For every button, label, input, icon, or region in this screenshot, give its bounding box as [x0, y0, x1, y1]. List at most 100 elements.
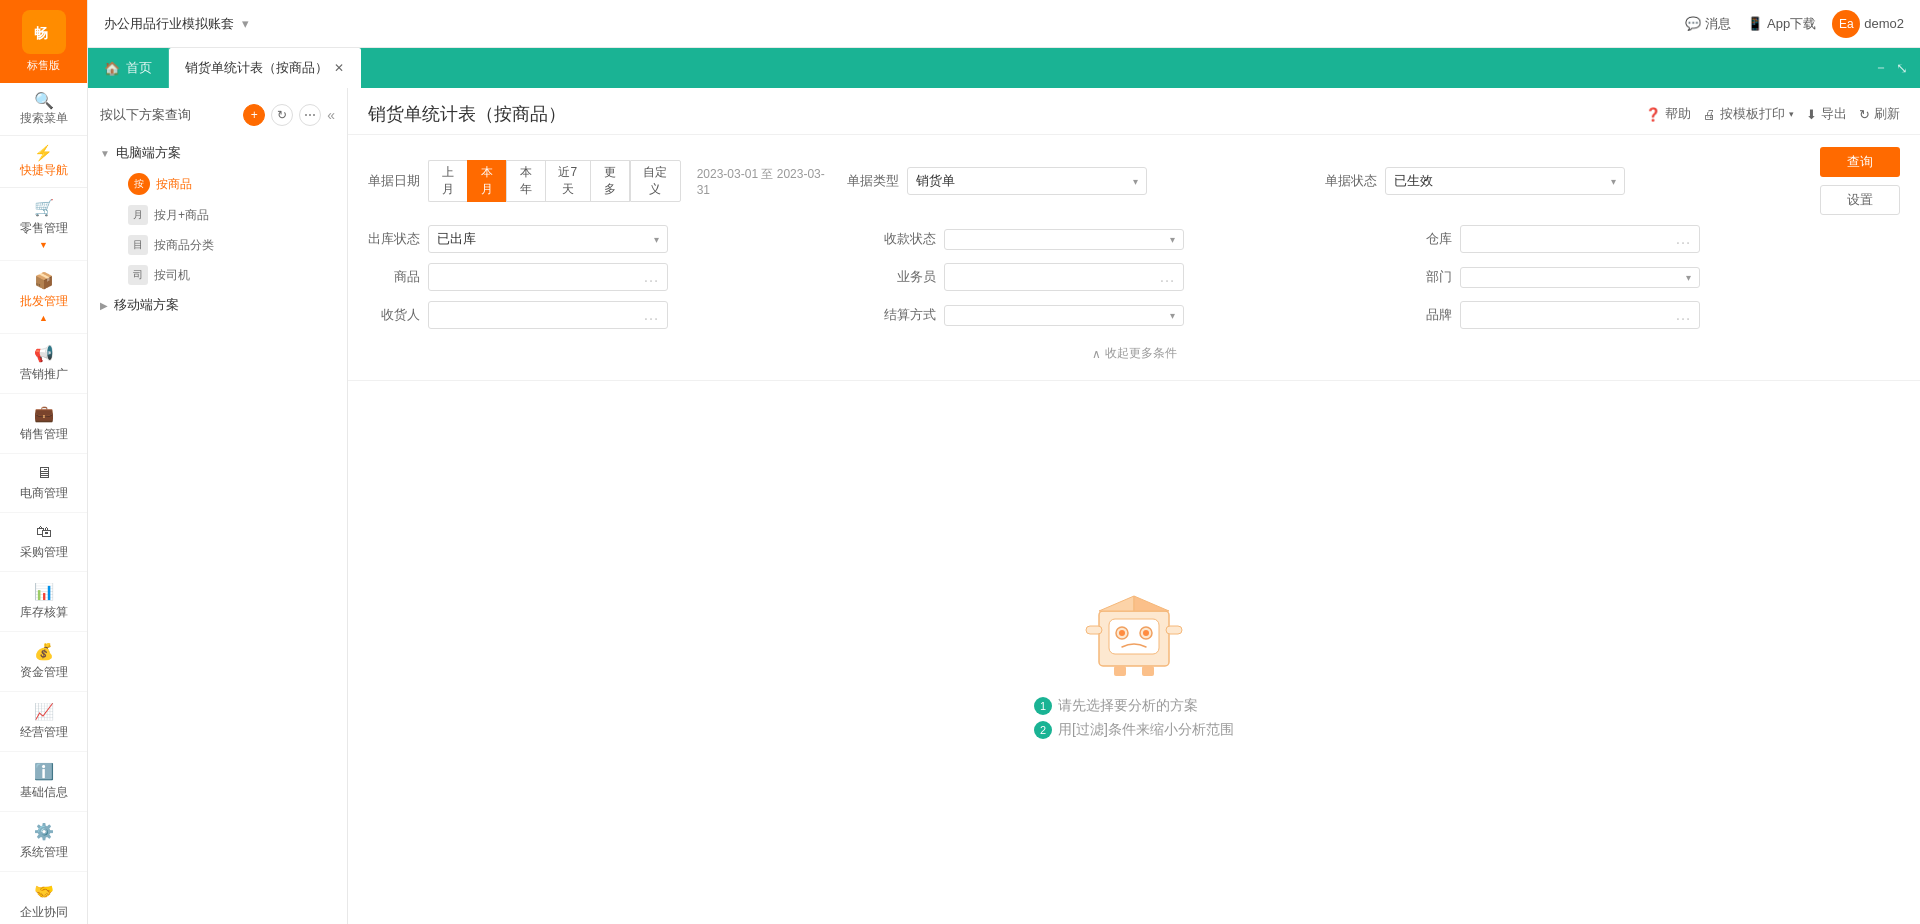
sidebar-item-ecommerce[interactable]: 🖥 电商管理 — [0, 454, 87, 513]
sidebar-item-sales[interactable]: 💼 销售管理 — [0, 394, 87, 454]
tab-home-label: 首页 — [126, 59, 152, 77]
sidebar-item-retail[interactable]: 🛒 零售管理 ▼ — [0, 188, 87, 261]
template-print-btn[interactable]: 🖨 按模板打印 ▾ — [1703, 105, 1794, 123]
payment-select[interactable]: ▾ — [944, 305, 1184, 326]
brand-dots-icon[interactable]: … — [1675, 306, 1691, 324]
collapse-filter-btn[interactable]: ∧ 收起更多条件 — [368, 339, 1900, 368]
app-download-btn[interactable]: 📱 App下载 — [1747, 15, 1816, 33]
out-status-col: 出库状态 已出库 ▾ — [368, 225, 868, 253]
collapse-label: 收起更多条件 — [1105, 345, 1177, 362]
receipt-status-label: 收款状态 — [884, 230, 936, 248]
date-btn-custom[interactable]: 自定义 — [630, 160, 681, 202]
payment-col: 结算方式 ▾ — [884, 305, 1384, 326]
minimize-icon[interactable]: － — [1874, 59, 1888, 77]
date-btn-last-month[interactable]: 上月 — [428, 160, 467, 202]
svg-rect-12 — [1086, 626, 1102, 634]
app-download-label: App下载 — [1767, 15, 1816, 33]
doc-type-label: 单据类型 — [847, 172, 899, 190]
empty-hints: 1 请先选择要分析的方案 2 用[过滤]条件来缩小分析范围 — [1034, 697, 1234, 745]
brand-input[interactable]: … — [1460, 301, 1700, 329]
user-initial: Ea — [1839, 17, 1854, 31]
date-btn-7days[interactable]: 近7天 — [545, 160, 590, 202]
scheme-icon-goods: 按 — [128, 173, 150, 195]
receipt-status-select[interactable]: ▾ — [944, 229, 1184, 250]
tree-mobile-section[interactable]: ▶ 移动端方案 — [88, 290, 347, 320]
svg-marker-3 — [1099, 596, 1134, 611]
salesperson-col: 业务员 … — [884, 263, 1384, 291]
brand-label: 品牌 — [1400, 306, 1452, 324]
refresh-btn[interactable]: ↻ 刷新 — [1859, 105, 1900, 123]
sidebar-item-retail-label: 零售管理 — [20, 220, 68, 237]
hint-num-2: 2 — [1034, 721, 1052, 739]
help-btn[interactable]: ❓ 帮助 — [1645, 105, 1691, 123]
help-label: 帮助 — [1665, 105, 1691, 123]
doc-status-select[interactable]: 已生效 ▾ — [1385, 167, 1625, 195]
doc-type-dropdown-icon: ▾ — [1133, 176, 1138, 187]
maximize-icon[interactable]: ⤡ — [1896, 60, 1908, 76]
tab-sales-stats[interactable]: 销货单统计表（按商品） ✕ — [169, 48, 361, 88]
export-icon: ⬇ — [1806, 107, 1817, 122]
tab-close-icon[interactable]: ✕ — [334, 61, 344, 75]
tree-item-by-driver[interactable]: 司 按司机 — [88, 260, 347, 290]
date-btn-more[interactable]: 更多 — [590, 160, 630, 202]
warehouse-input[interactable]: … — [1460, 225, 1700, 253]
sidebar-item-system-label: 系统管理 — [20, 844, 68, 861]
system-icon: ⚙️ — [34, 822, 54, 841]
message-btn[interactable]: 💬 消息 — [1685, 15, 1731, 33]
out-status-dropdown-icon: ▾ — [654, 234, 659, 245]
doc-type-col: 单据类型 销货单 ▾ — [847, 167, 1310, 195]
tree-item-by-goods[interactable]: 按 按商品 — [88, 168, 347, 200]
warehouse-dots-icon[interactable]: … — [1675, 230, 1691, 248]
department-select[interactable]: ▾ — [1460, 267, 1700, 288]
doc-status-dropdown-icon: ▾ — [1611, 176, 1616, 187]
empty-illustration — [1074, 561, 1194, 681]
sidebar-item-marketing[interactable]: 📢 营销推广 — [0, 334, 87, 394]
tab-home[interactable]: 🏠 首页 — [88, 48, 169, 88]
filter-area: 单据日期 上月 本月 本年 近7天 更多 自定义 2023-03-01 至 20… — [348, 135, 1920, 381]
refresh-scheme-btn[interactable]: ↻ — [271, 104, 293, 126]
date-btn-this-month[interactable]: 本月 — [467, 160, 506, 202]
export-btn[interactable]: ⬇ 导出 — [1806, 105, 1847, 123]
sidebar-item-inventory-label: 库存核算 — [20, 604, 68, 621]
tab-bar: 🏠 首页 销货单统计表（按商品） ✕ － ⤡ — [88, 48, 1920, 88]
sidebar-item-finance[interactable]: 💰 资金管理 — [0, 632, 87, 692]
tree-chevron-icon: ▼ — [100, 148, 110, 159]
sidebar-item-system[interactable]: ⚙️ 系统管理 — [0, 812, 87, 872]
setting-btn[interactable]: 设置 — [1820, 185, 1900, 215]
sidebar-item-operations[interactable]: 📈 经营管理 — [0, 692, 87, 752]
date-btn-this-year[interactable]: 本年 — [506, 160, 545, 202]
tree-item-by-category[interactable]: 目 按商品分类 — [88, 230, 347, 260]
right-panel: 销货单统计表（按商品） ❓ 帮助 🖨 按模板打印 ▾ ⬇ 导出 — [348, 88, 1920, 924]
department-col: 部门 ▾ — [1400, 267, 1900, 288]
settings-scheme-btn[interactable]: ⋯ — [299, 104, 321, 126]
out-status-select[interactable]: 已出库 ▾ — [428, 225, 668, 253]
add-scheme-btn[interactable]: + — [243, 104, 265, 126]
sidebar-item-purchase[interactable]: 🛍 采购管理 — [0, 513, 87, 572]
tree-item-category-label: 按商品分类 — [154, 237, 214, 254]
tree-item-by-month-goods[interactable]: 月 按月+商品 — [88, 200, 347, 230]
left-panel-title: 按以下方案查询 — [100, 106, 191, 124]
empty-hint-1: 1 请先选择要分析的方案 — [1034, 697, 1234, 715]
sidebar-item-enterprise[interactable]: 🤝 企业协同 — [0, 872, 87, 924]
collapse-panel-btn[interactable]: « — [327, 107, 335, 123]
goods-input[interactable]: … — [428, 263, 668, 291]
sidebar-item-basics[interactable]: ℹ️ 基础信息 — [0, 752, 87, 812]
salesperson-input[interactable]: … — [944, 263, 1184, 291]
sidebar-item-marketing-label: 营销推广 — [20, 366, 68, 383]
sidebar-item-inventory[interactable]: 📊 库存核算 — [0, 572, 87, 632]
sidebar-logo[interactable]: 畅 标售版 — [0, 0, 87, 83]
goods-dots-icon[interactable]: … — [643, 268, 659, 286]
recipient-dots-icon[interactable]: … — [643, 306, 659, 324]
search-menu-item[interactable]: 🔍 搜索菜单 — [0, 83, 87, 136]
quick-nav-item[interactable]: ⚡ 快捷导航 — [0, 136, 87, 188]
user-profile[interactable]: Ea demo2 — [1832, 10, 1904, 38]
dropdown-arrow-icon[interactable]: ▾ — [242, 16, 249, 31]
query-btn[interactable]: 查询 — [1820, 147, 1900, 177]
department-label: 部门 — [1400, 268, 1452, 286]
salesperson-dots-icon[interactable]: … — [1159, 268, 1175, 286]
doc-type-select[interactable]: 销货单 ▾ — [907, 167, 1147, 195]
header-right: 💬 消息 📱 App下载 Ea demo2 — [1685, 10, 1904, 38]
recipient-input[interactable]: … — [428, 301, 668, 329]
tree-desktop-section[interactable]: ▼ 电脑端方案 — [88, 138, 347, 168]
sidebar-item-wholesale[interactable]: 📦 批发管理 ▲ — [0, 261, 87, 334]
